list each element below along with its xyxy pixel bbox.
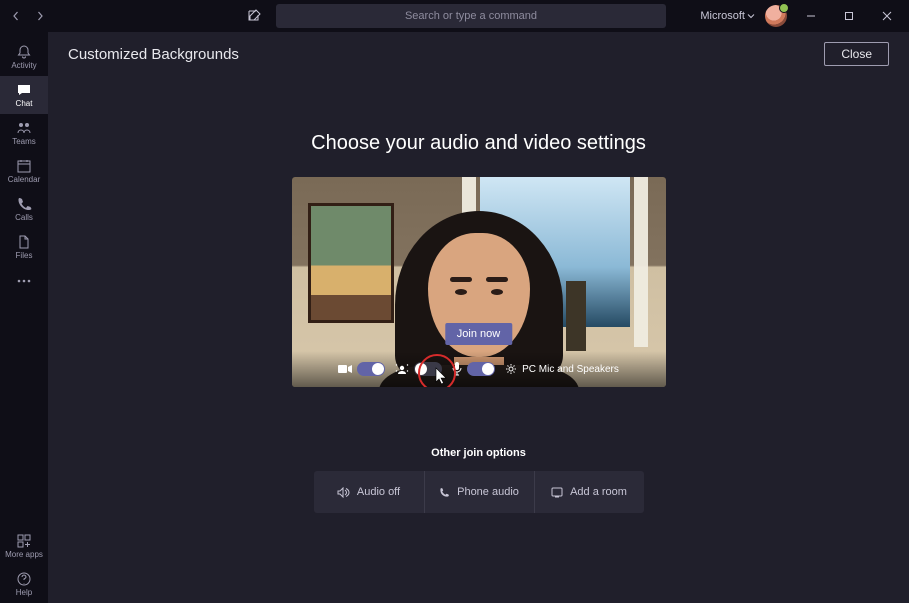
chevron-left-icon (11, 11, 21, 21)
video-icon (338, 364, 352, 374)
apps-icon (16, 533, 32, 549)
rail-label: Calls (15, 213, 33, 222)
blur-toggle[interactable] (414, 362, 442, 376)
rail-moreapps[interactable]: More apps (0, 527, 48, 565)
mic-toggle[interactable] (467, 362, 495, 376)
page-header: Customized Backgrounds Close (48, 32, 909, 76)
option-label: Audio off (357, 486, 400, 498)
background-blur-control (395, 362, 442, 376)
device-label: PC Mic and Speakers (522, 364, 619, 375)
rail-teams[interactable]: Teams (0, 114, 48, 152)
audio-off-icon (337, 487, 350, 498)
app-rail: Activity Chat Teams Calendar Calls Files… (0, 32, 48, 603)
tenant-switcher[interactable]: Microsoft (700, 10, 755, 22)
phone-audio-option[interactable]: Phone audio (424, 471, 534, 513)
chevron-down-icon (747, 12, 755, 20)
gear-icon (505, 363, 517, 375)
add-room-option[interactable]: Add a room (534, 471, 644, 513)
rail-more[interactable] (0, 266, 48, 296)
rail-label: Files (16, 251, 33, 260)
maximize-icon (844, 11, 854, 21)
camera-toggle[interactable] (357, 362, 385, 376)
rail-label: Teams (12, 137, 36, 146)
bell-icon (16, 44, 32, 60)
rail-label: More apps (5, 550, 43, 559)
rail-calendar[interactable]: Calendar (0, 152, 48, 190)
prejoin-controls: PC Mic and Speakers (292, 351, 666, 387)
help-icon (16, 571, 32, 587)
back-button[interactable] (4, 4, 28, 28)
option-label: Phone audio (457, 486, 519, 498)
chat-icon (16, 82, 32, 98)
rail-label: Calendar (8, 175, 40, 184)
minimize-icon (806, 11, 816, 21)
new-message-button[interactable] (242, 4, 266, 28)
device-settings-button[interactable]: PC Mic and Speakers (505, 363, 619, 375)
option-label: Add a room (570, 486, 627, 498)
title-bar: Search or type a command Microsoft (0, 0, 909, 32)
camera-control (338, 362, 385, 376)
phone-icon (16, 196, 32, 212)
rail-label: Activity (11, 61, 36, 70)
prejoin-panel: Choose your audio and video settings Joi… (48, 76, 909, 603)
maximize-button[interactable] (835, 2, 863, 30)
tenant-label: Microsoft (700, 10, 745, 22)
rail-label: Chat (16, 99, 33, 108)
close-panel-button[interactable]: Close (824, 42, 889, 66)
profile-avatar[interactable] (765, 5, 787, 27)
rail-activity[interactable]: Activity (0, 38, 48, 76)
search-input[interactable]: Search or type a command (276, 4, 666, 28)
room-icon (551, 487, 563, 498)
phone-icon (439, 487, 450, 498)
chevron-right-icon (35, 11, 45, 21)
rail-files[interactable]: Files (0, 228, 48, 266)
rail-chat[interactable]: Chat (0, 76, 48, 114)
prejoin-heading: Choose your audio and video settings (311, 132, 646, 155)
microphone-control (452, 362, 495, 376)
rail-calls[interactable]: Calls (0, 190, 48, 228)
search-placeholder: Search or type a command (405, 10, 537, 22)
rail-help[interactable]: Help (0, 565, 48, 603)
audio-off-option[interactable]: Audio off (314, 471, 424, 513)
ellipsis-icon (16, 279, 32, 283)
presence-badge (779, 3, 789, 13)
close-icon (882, 11, 892, 21)
compose-icon (247, 9, 261, 23)
blur-icon (395, 363, 409, 375)
file-icon (16, 234, 32, 250)
join-now-button[interactable]: Join now (445, 323, 512, 345)
minimize-button[interactable] (797, 2, 825, 30)
other-options-heading: Other join options (431, 447, 526, 459)
teams-icon (16, 120, 32, 136)
page-title: Customized Backgrounds (68, 46, 239, 63)
other-options-group: Audio off Phone audio Add a room (314, 471, 644, 513)
video-preview: Join now PC Mic (292, 177, 666, 387)
close-window-button[interactable] (873, 2, 901, 30)
forward-button[interactable] (28, 4, 52, 28)
calendar-icon (16, 158, 32, 174)
microphone-icon (452, 362, 462, 376)
rail-label: Help (16, 588, 32, 597)
